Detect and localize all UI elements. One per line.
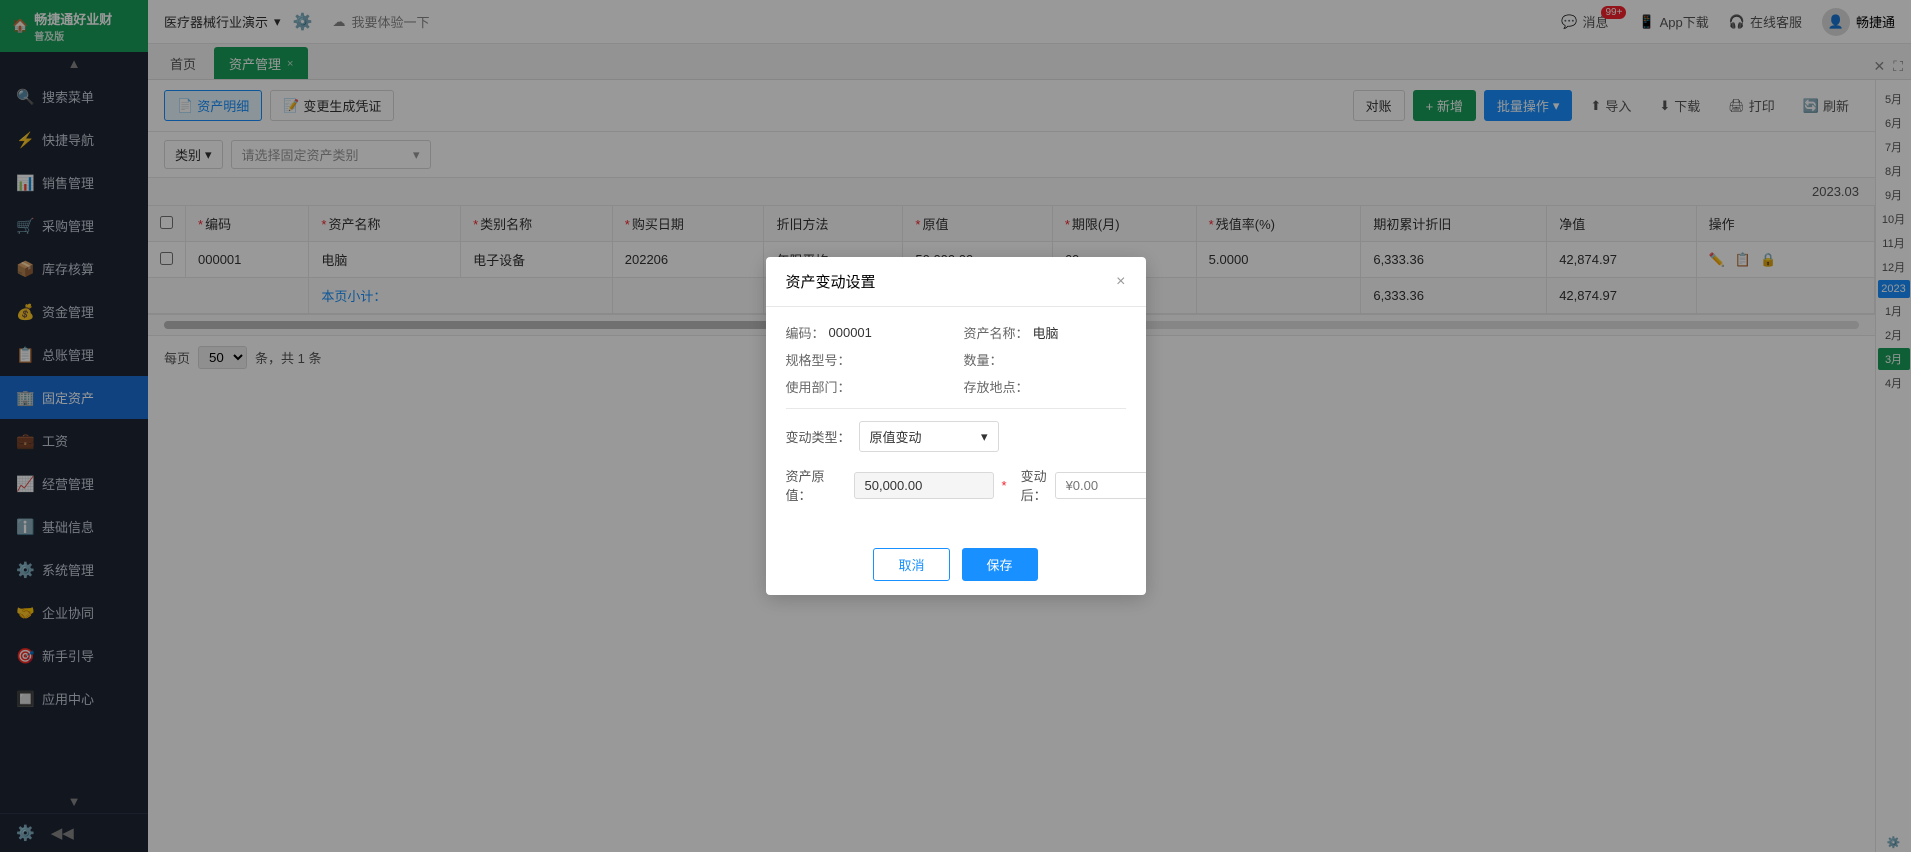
- location-label: 存放地点：: [964, 377, 1029, 396]
- code-label: 编码：: [786, 323, 825, 342]
- save-button[interactable]: 保存: [962, 548, 1038, 581]
- modal-title: 资产变动设置: [786, 271, 876, 292]
- modal-spec-field: 规格型号：: [786, 350, 948, 369]
- modal-info-grid: 编码： 000001 资产名称： 电脑 规格型号： 数量： 使用部门：: [786, 323, 1126, 396]
- change-type-select[interactable]: 原值变动 ▾: [859, 421, 999, 452]
- change-type-dropdown-icon: ▾: [981, 429, 988, 445]
- modal-body: 编码： 000001 资产名称： 电脑 规格型号： 数量： 使用部门：: [766, 307, 1146, 534]
- modal-quantity-field: 数量：: [964, 350, 1126, 369]
- modal-name-field: 资产名称： 电脑: [964, 323, 1126, 342]
- required-mark: *: [1002, 478, 1007, 493]
- modal-code-field: 编码： 000001: [786, 323, 948, 342]
- change-type-label: 变动类型：: [786, 427, 851, 446]
- modal-divider: [786, 408, 1126, 409]
- code-value: 000001: [829, 325, 872, 340]
- asset-name-label: 资产名称：: [964, 323, 1029, 342]
- modal-location-field: 存放地点：: [964, 377, 1126, 396]
- asset-name-value: 电脑: [1033, 323, 1059, 342]
- change-type-field: 变动类型： 原值变动 ▾: [786, 421, 1126, 452]
- spec-label: 规格型号：: [786, 350, 851, 369]
- modal-header: 资产变动设置 ×: [766, 257, 1146, 307]
- modal-overlay[interactable]: 资产变动设置 × 编码： 000001 资产名称： 电脑 规格型号： 数量：: [0, 0, 1911, 852]
- cancel-button[interactable]: 取消: [873, 548, 949, 581]
- modal-close-icon[interactable]: ×: [1116, 273, 1125, 291]
- original-value-input[interactable]: [854, 472, 994, 499]
- after-change-input[interactable]: [1055, 472, 1146, 499]
- quantity-label: 数量：: [964, 350, 1003, 369]
- modal-department-field: 使用部门：: [786, 377, 948, 396]
- asset-change-modal: 资产变动设置 × 编码： 000001 资产名称： 电脑 规格型号： 数量：: [766, 257, 1146, 595]
- modal-footer: 取消 保存: [766, 534, 1146, 595]
- department-label: 使用部门：: [786, 377, 851, 396]
- change-type-value: 原值变动: [870, 427, 922, 446]
- original-value-field: 资产原值： * 变动后：: [786, 466, 1126, 504]
- original-value-label: 资产原值：: [786, 466, 846, 504]
- after-change-label: 变动后：: [1021, 466, 1047, 504]
